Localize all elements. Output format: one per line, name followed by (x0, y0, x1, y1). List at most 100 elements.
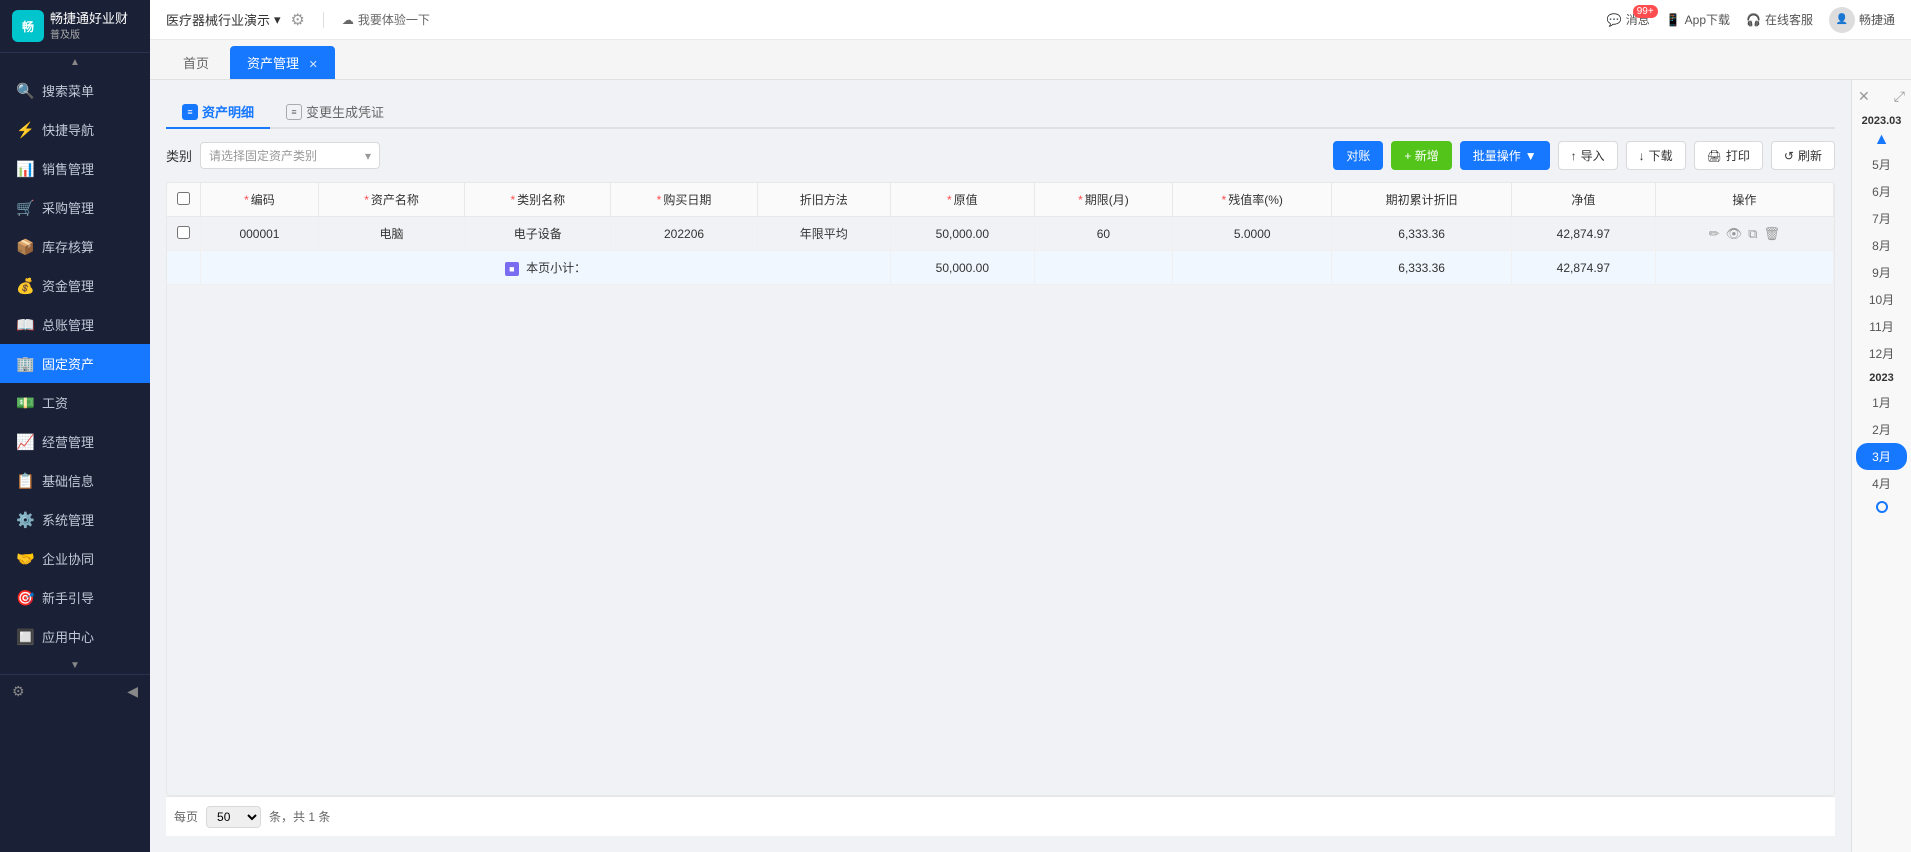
account-btn[interactable]: 对账 (1333, 141, 1383, 170)
per-page-select[interactable]: 50 100 200 (206, 806, 261, 828)
header-net-value: 净值 (1511, 183, 1655, 217)
row-purchase-date: 202206 (611, 217, 757, 251)
header-name: *资产名称 (318, 183, 464, 217)
sidebar-scroll-up[interactable]: ▲ (0, 53, 150, 71)
content-main: ≡ 资产明细 ≡ 变更生成凭证 类别 请选择固定资产类别 ▾ 对账 + 新增 (150, 80, 1851, 852)
sub-tab-asset-detail[interactable]: ≡ 资产明细 (166, 96, 270, 129)
app-center-icon: 🔲 (16, 628, 34, 646)
filter-label: 类别 (166, 146, 192, 165)
month-3-active[interactable]: 3月 (1856, 443, 1907, 470)
month-9[interactable]: 9月 (1852, 259, 1911, 286)
tab-home[interactable]: 首页 (166, 46, 226, 79)
right-panel-expand-icon[interactable]: ⤢ (1894, 88, 1905, 105)
content-area: ≡ 资产明细 ≡ 变更生成凭证 类别 请选择固定资产类别 ▾ 对账 + 新增 (150, 80, 1911, 852)
subtotal-label: ■ 本页小计： (201, 251, 891, 285)
logo-title: 畅捷通好业财 (50, 11, 128, 27)
sidebar-item-search[interactable]: 🔍 搜索菜单 (0, 71, 150, 110)
sidebar-item-enterprise[interactable]: 🤝 企业协同 (0, 539, 150, 578)
scroll-indicator[interactable] (1876, 501, 1888, 513)
feedback-icon: ☁ (342, 13, 354, 27)
collapse-icon[interactable]: ◀ (127, 683, 138, 700)
company-dropdown-icon: ▾ (274, 12, 281, 28)
fixed-assets-icon: 🏢 (16, 355, 34, 373)
select-all-checkbox[interactable] (177, 192, 190, 205)
online-service-btn[interactable]: 🎧 在线客服 (1746, 11, 1813, 28)
sidebar-item-basic-info[interactable]: 📋 基础信息 (0, 461, 150, 500)
print-btn[interactable]: 🖨 打印 (1694, 141, 1763, 170)
sidebar-item-operation[interactable]: 📈 经营管理 (0, 422, 150, 461)
sidebar-item-sales[interactable]: 📊 销售管理 (0, 149, 150, 188)
company-selector[interactable]: 医疗器械行业演示 ▾ (166, 10, 281, 29)
header-category: *类别名称 (465, 183, 611, 217)
edit-icon[interactable]: ✏ (1709, 226, 1720, 242)
sidebar-item-app-center[interactable]: 🔲 应用中心 (0, 617, 150, 656)
month-10[interactable]: 10月 (1852, 286, 1911, 313)
sidebar-item-label: 固定资产 (42, 354, 94, 373)
messages-badge: 99+ (1633, 5, 1658, 18)
download-btn[interactable]: ↓ 下载 (1626, 141, 1686, 170)
refresh-icon: ↺ (1784, 149, 1794, 163)
gear-icon[interactable]: ⚙ (291, 10, 305, 30)
month-6[interactable]: 6月 (1852, 178, 1911, 205)
refresh-btn[interactable]: ↺ 刷新 (1771, 141, 1835, 170)
tab-asset-mgmt[interactable]: 资产管理 ✕ (230, 46, 335, 79)
month-5[interactable]: 5月 (1852, 151, 1911, 178)
sidebar-item-inventory[interactable]: 📦 库存核算 (0, 227, 150, 266)
sidebar-item-label: 新手引导 (42, 588, 94, 607)
subtotal-row: ■ 本页小计： 50,000.00 6,333.36 42,874.97 (167, 251, 1834, 285)
sidebar-item-system[interactable]: ⚙️ 系统管理 (0, 500, 150, 539)
import-label: 导入 (1581, 147, 1605, 164)
fund-icon: 💰 (16, 277, 34, 295)
month-8[interactable]: 8月 (1852, 232, 1911, 259)
tabbar: 首页 资产管理 ✕ (150, 40, 1911, 80)
filter-placeholder: 请选择固定资产类别 (209, 147, 317, 164)
sidebar-item-label: 快捷导航 (42, 120, 94, 139)
user-menu[interactable]: 👤 畅捷通 (1829, 7, 1895, 33)
category-filter[interactable]: 请选择固定资产类别 ▾ (200, 142, 380, 169)
service-icon: 🎧 (1746, 13, 1761, 27)
right-panel-close-icon[interactable]: ✕ (1858, 88, 1870, 105)
view-icon[interactable]: 👁 (1726, 226, 1743, 242)
settings-icon[interactable]: ⚙ (12, 683, 25, 700)
sidebar-scroll-down[interactable]: ▼ (0, 656, 150, 674)
tab-asset-mgmt-label: 资产管理 (247, 56, 299, 71)
sub-tab-asset-detail-label: 资产明细 (202, 102, 254, 121)
sidebar-item-fixed-assets[interactable]: 🏢 固定资产 (0, 344, 150, 383)
toolbar-right: 对账 + 新增 批量操作 ▼ ↑ 导入 ↓ 下载 🖨 (1333, 141, 1835, 170)
quick-nav-icon: ⚡ (16, 121, 34, 139)
month-2[interactable]: 2月 (1852, 416, 1911, 443)
sub-tab-change-voucher[interactable]: ≡ 变更生成凭证 (270, 96, 400, 129)
month-4[interactable]: 4月 (1852, 470, 1911, 497)
sidebar-item-ledger[interactable]: 📖 总账管理 (0, 305, 150, 344)
sidebar-item-fund[interactable]: 💰 资金管理 (0, 266, 150, 305)
batch-label: 批量操作 (1473, 147, 1521, 164)
batch-btn[interactable]: 批量操作 ▼ (1460, 141, 1550, 170)
delete-icon[interactable]: 🗑 (1763, 226, 1780, 242)
messages-btn[interactable]: 💬 消息 99+ (1607, 11, 1650, 28)
month-12[interactable]: 12月 (1852, 340, 1911, 367)
sidebar: 畅 畅捷通好业财 普及版 ▲ 🔍 搜索菜单 ⚡ 快捷导航 📊 销售管理 🛒 采购… (0, 0, 150, 852)
filter-dropdown-icon: ▾ (365, 149, 371, 163)
feedback-btn[interactable]: ☁ 我要体验一下 (342, 11, 430, 28)
app-download-btn[interactable]: 📱 App下载 (1666, 11, 1730, 28)
month-1[interactable]: 1月 (1852, 389, 1911, 416)
row-checkbox[interactable] (177, 226, 190, 239)
right-panel-year: 2023.03 (1858, 113, 1906, 129)
sidebar-item-quick-nav[interactable]: ⚡ 快捷导航 (0, 110, 150, 149)
copy-icon[interactable]: ⧉ (1748, 226, 1757, 242)
new-btn[interactable]: + 新增 (1391, 141, 1451, 170)
sidebar-item-purchase[interactable]: 🛒 采购管理 (0, 188, 150, 227)
subtotal-original-value: 50,000.00 (890, 251, 1034, 285)
panel-scroll-up[interactable]: ▲ (1872, 129, 1892, 151)
month-7[interactable]: 7月 (1852, 205, 1911, 232)
sidebar-item-guide[interactable]: 🎯 新手引导 (0, 578, 150, 617)
change-voucher-tab-icon: ≡ (286, 104, 302, 120)
import-btn[interactable]: ↑ 导入 (1558, 141, 1618, 170)
sidebar-item-payroll[interactable]: 💵 工资 (0, 383, 150, 422)
sidebar-item-label: 采购管理 (42, 198, 94, 217)
month-11[interactable]: 11月 (1852, 313, 1911, 340)
logo-subtitle: 普及版 (50, 26, 128, 41)
tab-close-icon[interactable]: ✕ (309, 59, 318, 71)
sub-tabs: ≡ 资产明细 ≡ 变更生成凭证 (166, 96, 1835, 129)
sidebar-item-label: 资金管理 (42, 276, 94, 295)
